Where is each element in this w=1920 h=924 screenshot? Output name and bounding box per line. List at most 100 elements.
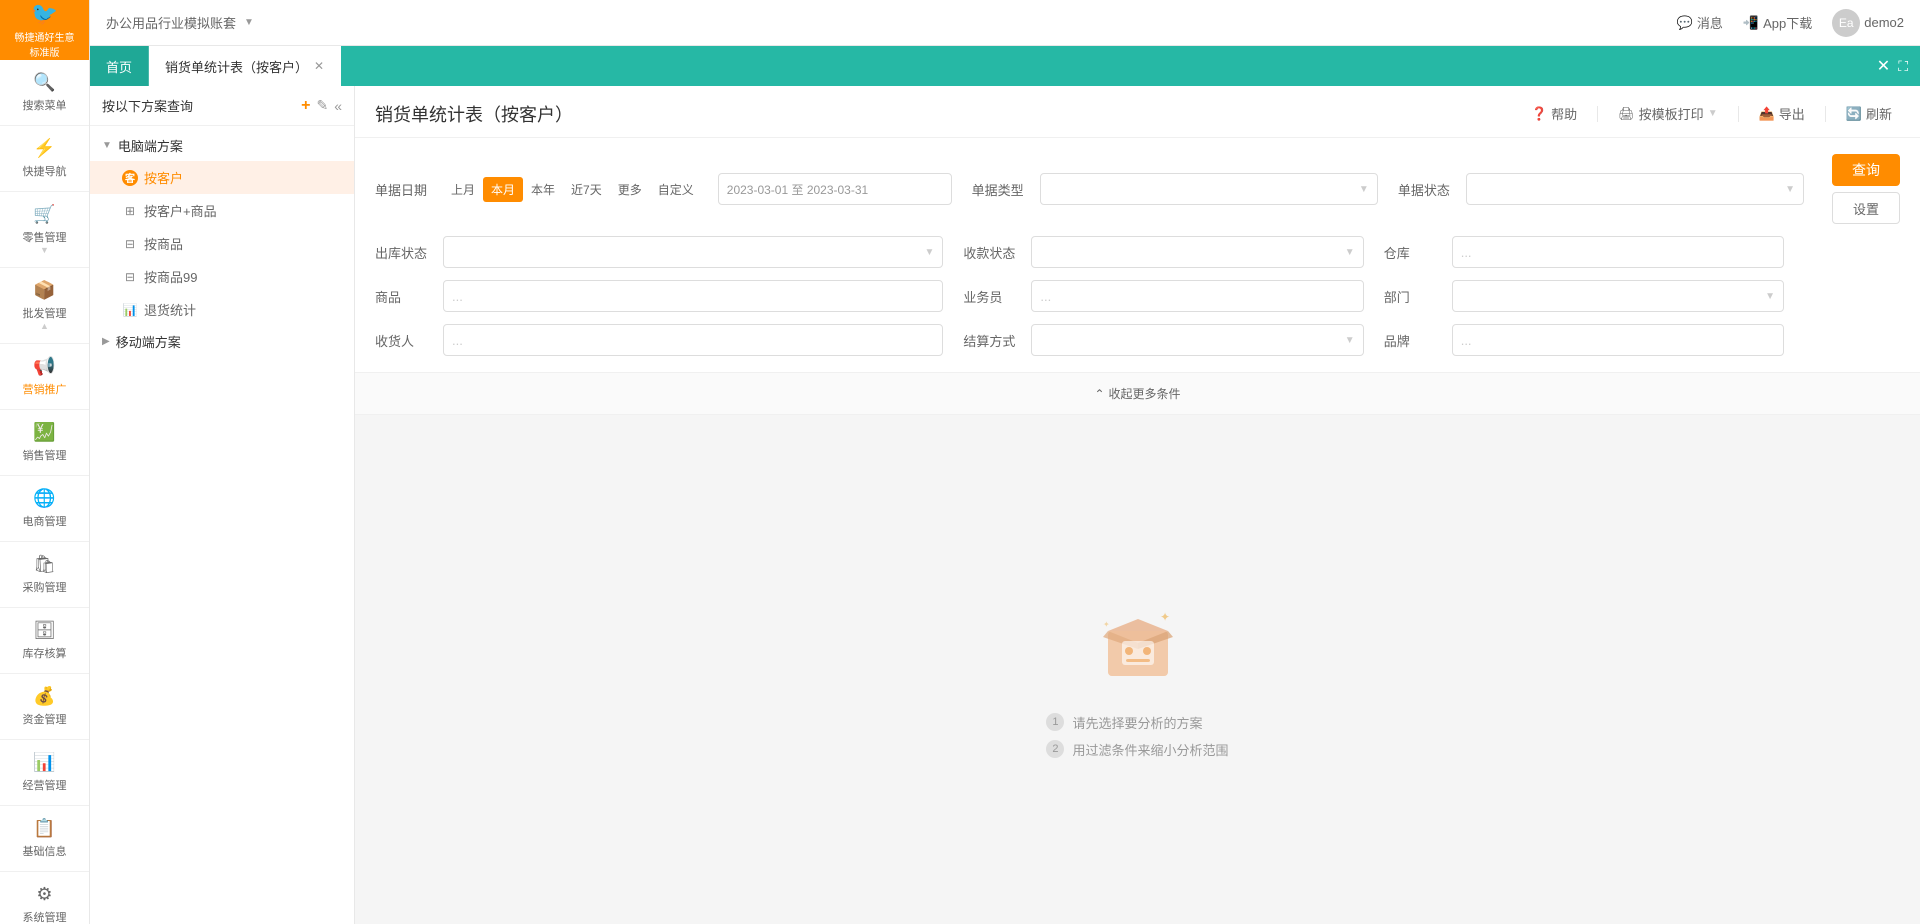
help-btn[interactable]: ❓ 帮助 xyxy=(1523,100,1585,127)
sidebar-item-quicknav[interactable]: ⚡ 快捷导航 xyxy=(0,126,89,192)
tab-close-icon[interactable]: ✕ xyxy=(314,59,324,73)
scheme-product99-label: 按商品99 xyxy=(144,267,197,286)
svg-text:✦: ✦ xyxy=(1103,620,1110,629)
tab-home[interactable]: 首页 xyxy=(90,46,149,86)
collapse-more-btn[interactable]: ⌃ 收起更多条件 xyxy=(1078,381,1196,406)
scheme-group-desktop-header[interactable]: ▼ 电脑端方案 xyxy=(90,130,354,161)
scheme-group-mobile-header[interactable]: ▶ 移动端方案 xyxy=(90,326,354,357)
scheme-desktop-arrow: ▼ xyxy=(102,140,112,151)
scheme-item-by-customer-product[interactable]: ⊞ 按客户+商品 xyxy=(90,194,354,227)
sidebar-item-purchase[interactable]: 🛍 采购管理 xyxy=(0,542,89,608)
scheme-title: 按以下方案查询 xyxy=(102,96,193,115)
tip-num-2: 2 xyxy=(1046,740,1064,758)
sidebar-item-retail[interactable]: 🛒 零售管理 ▼ xyxy=(0,192,89,268)
purchase-icon: 🛍 xyxy=(33,554,56,575)
scheme-mobile-label: 移动端方案 xyxy=(116,332,181,351)
payment-status-input[interactable]: ▼ xyxy=(1031,236,1363,268)
scheme-item-return-stats[interactable]: 📊 退货统计 xyxy=(90,293,354,326)
brand-label: 品牌 xyxy=(1384,331,1444,350)
scheme-product-label: 按商品 xyxy=(144,234,183,253)
scheme-item-by-customer[interactable]: 客 按客户 xyxy=(90,161,354,194)
date-tab-7days[interactable]: 近7天 xyxy=(563,177,610,202)
retail-icon: 🛒 xyxy=(33,204,55,225)
export-btn[interactable]: 📤 导出 xyxy=(1751,100,1813,127)
sidebar-item-inventory[interactable]: 🗄 库存核算 xyxy=(0,608,89,674)
sidebar-item-finance[interactable]: 💰 资金管理 xyxy=(0,674,89,740)
template-print-label: 按模板打印 xyxy=(1639,104,1704,123)
user-profile-btn[interactable]: Ea demo2 xyxy=(1832,9,1904,37)
scheme-desktop-label: 电脑端方案 xyxy=(118,136,183,155)
breadcrumb-dropdown-icon[interactable]: ▼ xyxy=(244,17,254,28)
out-status-field: 出库状态 ▼ xyxy=(375,236,963,268)
sidebar-item-basic[interactable]: 📋 基础信息 xyxy=(0,806,89,872)
sidebar-item-business[interactable]: 📊 经营管理 xyxy=(0,740,89,806)
settlement-input[interactable]: ▼ xyxy=(1031,324,1363,356)
sidebar-item-search[interactable]: 🔍 搜索菜单 xyxy=(0,60,89,126)
date-tab-custom[interactable]: 自定义 xyxy=(650,177,702,202)
collapse-arrow-icon: ⌃ xyxy=(1094,387,1104,401)
reset-btn[interactable]: 设置 xyxy=(1832,192,1900,224)
date-tab-last-month[interactable]: 上月 xyxy=(443,177,483,202)
export-icon: 📤 xyxy=(1759,106,1775,122)
date-tab-this-month[interactable]: 本月 xyxy=(483,177,523,202)
app-download-btn[interactable]: 📲 App下载 xyxy=(1743,13,1812,32)
empty-tip-2: 2 用过滤条件来缩小分析范围 xyxy=(1046,740,1228,759)
order-type-input[interactable]: ▼ xyxy=(1040,173,1378,205)
recipient-value: ... xyxy=(452,333,463,348)
scheme-customer-label: 按客户 xyxy=(144,168,183,187)
warehouse-input[interactable]: ... xyxy=(1452,236,1784,268)
date-tab-more[interactable]: 更多 xyxy=(610,177,650,202)
order-status-input[interactable]: ▼ xyxy=(1466,173,1804,205)
date-tabs: 上月 本月 本年 近7天 更多 自定义 xyxy=(443,177,702,202)
recipient-input[interactable]: ... xyxy=(443,324,943,356)
sidebar-item-marketing[interactable]: 📢 营销推广 xyxy=(0,344,89,410)
department-label: 部门 xyxy=(1384,287,1444,306)
scheme-customer-product-icon: ⊞ xyxy=(122,203,138,219)
message-btn[interactable]: 💬 消息 xyxy=(1677,13,1723,32)
scheme-product99-icon: ⊟ xyxy=(122,269,138,285)
sidebar-item-system[interactable]: ⚙ 系统管理 xyxy=(0,872,89,924)
app-logo[interactable]: 🐦 畅捷通好生意 标准版 xyxy=(0,0,90,60)
tab-bar: 首页 销货单统计表（按客户） ✕ ✕ ⛶ xyxy=(90,46,1920,86)
scheme-item-by-product-99[interactable]: ⊟ 按商品99 xyxy=(90,260,354,293)
empty-tips: 1 请先选择要分析的方案 2 用过滤条件来缩小分析范围 xyxy=(1046,713,1228,759)
sidebar-item-wholesale[interactable]: 📦 批发管理 ▲ xyxy=(0,268,89,344)
inventory-icon: 🗄 xyxy=(33,620,56,641)
order-type-arrow: ▼ xyxy=(1359,184,1369,195)
brand-input[interactable]: ... xyxy=(1452,324,1784,356)
scheme-item-by-product[interactable]: ⊟ 按商品 xyxy=(90,227,354,260)
tab-close-window-icon[interactable]: ✕ xyxy=(1877,56,1890,76)
salesperson-field: 业务员 ... xyxy=(963,280,1383,312)
salesperson-input[interactable]: ... xyxy=(1031,280,1363,312)
scheme-edit-btn[interactable]: ✎ xyxy=(316,97,328,114)
tip-num-1: 1 xyxy=(1046,713,1064,731)
system-icon: ⚙ xyxy=(36,884,52,905)
tip-2-text: 用过滤条件来缩小分析范围 xyxy=(1072,740,1228,759)
finance-icon: 💰 xyxy=(33,686,55,707)
department-input[interactable]: ▼ xyxy=(1452,280,1784,312)
brand-field: 品牌 ... xyxy=(1384,324,1804,356)
goods-input[interactable]: ... xyxy=(443,280,943,312)
scheme-collapse-btn[interactable]: « xyxy=(334,98,342,114)
query-btn[interactable]: 查询 xyxy=(1832,154,1900,186)
export-label: 导出 xyxy=(1779,104,1805,123)
order-status-field: 单据状态 ▼ xyxy=(1398,173,1824,205)
sidebar-item-sales[interactable]: 💹 销售管理 xyxy=(0,410,89,476)
filter-row-1: 单据日期 上月 本月 本年 近7天 更多 自定义 2023-03-01 至 20… xyxy=(375,154,1900,224)
template-print-btn[interactable]: 🖨 按模板打印 ▼ xyxy=(1610,100,1725,127)
refresh-btn[interactable]: 🔄 刷新 xyxy=(1838,100,1900,127)
tab-sales-by-customer[interactable]: 销货单统计表（按客户） ✕ xyxy=(149,46,341,86)
refresh-icon: 🔄 xyxy=(1846,106,1862,122)
scheme-add-btn[interactable]: + xyxy=(301,97,310,115)
out-status-arrow: ▼ xyxy=(925,247,935,258)
settlement-label: 结算方式 xyxy=(963,331,1023,350)
goods-label: 商品 xyxy=(375,287,435,306)
date-tab-this-year[interactable]: 本年 xyxy=(523,177,563,202)
date-range-input[interactable]: 2023-03-01 至 2023-03-31 xyxy=(718,173,952,205)
sidebar-item-ecommerce[interactable]: 🌐 电商管理 xyxy=(0,476,89,542)
out-status-input[interactable]: ▼ xyxy=(443,236,943,268)
settlement-arrow: ▼ xyxy=(1345,335,1355,346)
brand-value: ... xyxy=(1461,333,1472,348)
tab-expand-area: ✕ ⛶ xyxy=(1865,56,1920,76)
tab-fullscreen-icon[interactable]: ⛶ xyxy=(1898,58,1908,75)
